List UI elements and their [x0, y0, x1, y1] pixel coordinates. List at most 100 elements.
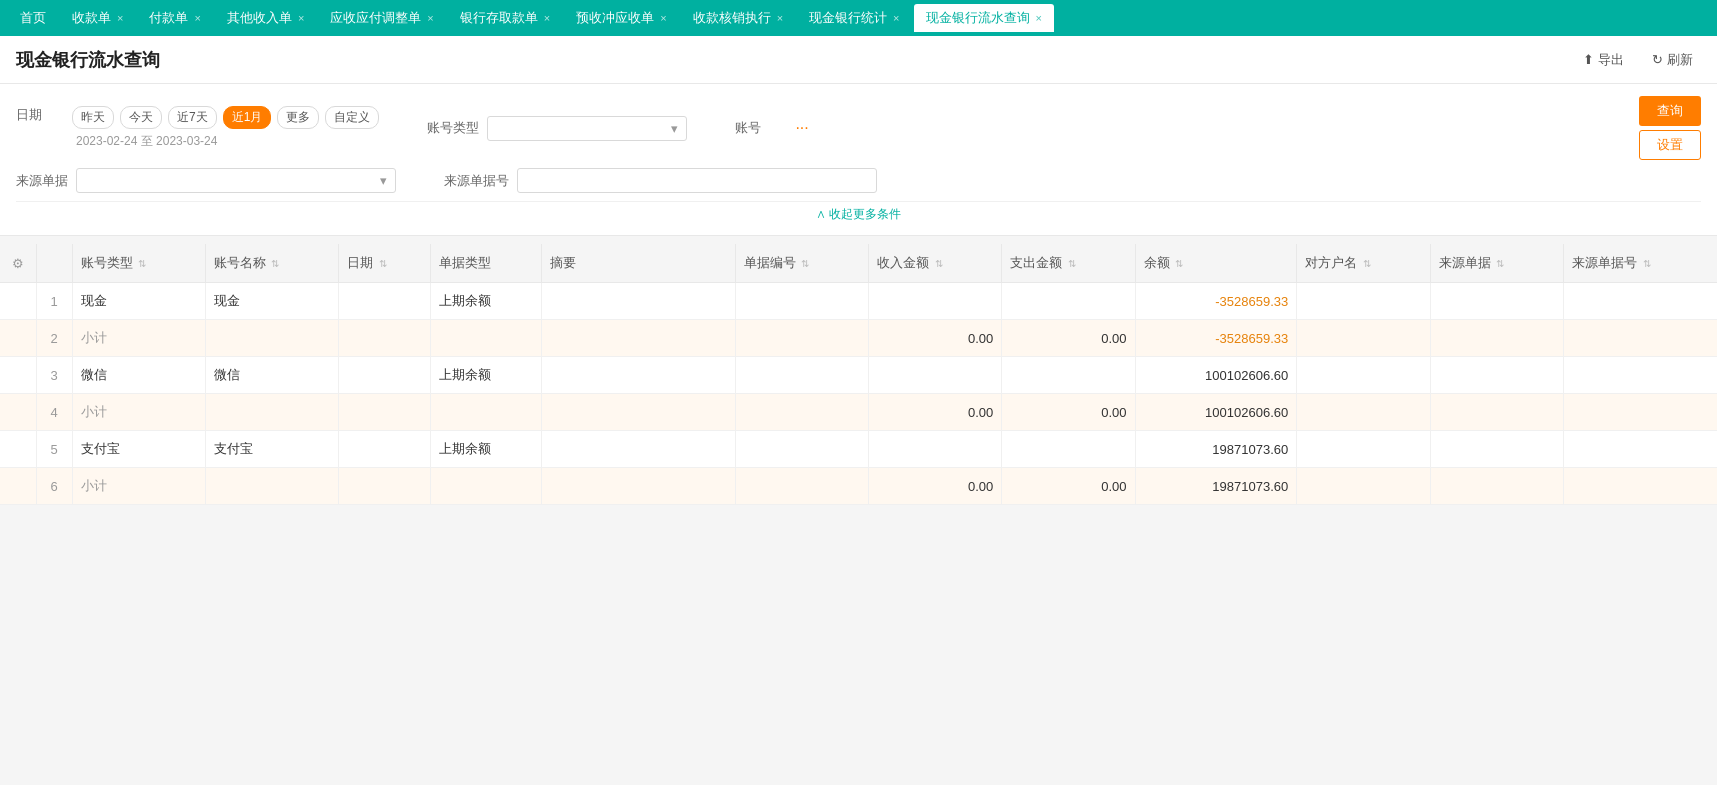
td-settings — [0, 283, 36, 320]
td-source-doc-no — [1563, 468, 1717, 505]
td-summary — [541, 431, 735, 468]
th-account-name[interactable]: 账号名称 ⇅ — [205, 244, 338, 283]
date-btn-more[interactable]: 更多 — [277, 106, 319, 129]
th-counterpart[interactable]: 对方户名 ⇅ — [1297, 244, 1430, 283]
nav-tab-4[interactable]: 银行存取款单 × — [448, 4, 562, 32]
td-expense — [1002, 431, 1135, 468]
nav-tab-1[interactable]: 付款单 × — [137, 4, 212, 32]
nav-tab-8[interactable]: 现金银行流水查询 × — [914, 4, 1054, 32]
account-label: 账号 — [735, 119, 783, 137]
td-date — [339, 283, 430, 320]
td-account-name: 支付宝 — [205, 431, 338, 468]
table-row: 3 微信 微信 上期余额 100102606.60 — [0, 357, 1717, 394]
source-doc-select[interactable]: ▾ — [76, 168, 396, 193]
td-doc-no — [735, 468, 868, 505]
table-row: 6 小计 0.00 0.00 19871073.60 — [0, 468, 1717, 505]
table-row: 2 小计 0.00 0.00 -3528659.33 — [0, 320, 1717, 357]
query-button[interactable]: 查询 — [1639, 96, 1701, 126]
td-income — [868, 283, 1001, 320]
close-tab-5-icon[interactable]: × — [660, 12, 666, 24]
gear-icon[interactable]: ⚙ — [12, 256, 24, 271]
td-balance: 19871073.60 — [1135, 431, 1297, 468]
settings-button[interactable]: 设置 — [1639, 130, 1701, 160]
td-balance: 19871073.60 — [1135, 468, 1297, 505]
td-doc-no — [735, 320, 868, 357]
date-btn-custom[interactable]: 自定义 — [325, 106, 379, 129]
th-expense[interactable]: 支出金额 ⇅ — [1002, 244, 1135, 283]
td-summary — [541, 468, 735, 505]
nav-tab-2[interactable]: 其他收入单 × — [215, 4, 316, 32]
nav-tab-0[interactable]: 收款单 × — [60, 4, 135, 32]
td-account-name — [205, 320, 338, 357]
td-index: 1 — [36, 283, 72, 320]
refresh-icon: ↻ — [1652, 52, 1663, 67]
td-doc-no — [735, 394, 868, 431]
close-tab-4-icon[interactable]: × — [544, 12, 550, 24]
source-doc-num-input[interactable] — [517, 168, 877, 193]
export-button[interactable]: ⬆ 导出 — [1575, 47, 1632, 73]
nav-tab-5[interactable]: 预收冲应收单 × — [564, 4, 678, 32]
close-tab-7-icon[interactable]: × — [893, 12, 899, 24]
date-btn-7days[interactable]: 近7天 — [168, 106, 217, 129]
td-doc-no — [735, 357, 868, 394]
td-account-type: 支付宝 — [72, 431, 205, 468]
th-source-doc[interactable]: 来源单据 ⇅ — [1430, 244, 1563, 283]
td-expense — [1002, 357, 1135, 394]
nav-home[interactable]: 首页 — [8, 5, 58, 31]
close-tab-3-icon[interactable]: × — [427, 12, 433, 24]
th-date[interactable]: 日期 ⇅ — [339, 244, 430, 283]
td-expense — [1002, 283, 1135, 320]
table-header-row: ⚙ 账号类型 ⇅ 账号名称 ⇅ 日期 ⇅ 单据类型 摘要 单据编号 ⇅ 收入金额… — [0, 244, 1717, 283]
date-btn-1month[interactable]: 近1月 — [223, 106, 272, 129]
td-account-name — [205, 394, 338, 431]
th-settings[interactable]: ⚙ — [0, 244, 36, 283]
nav-tab-7[interactable]: 现金银行统计 × — [797, 4, 911, 32]
table-body: 1 现金 现金 上期余额 -3528659.33 2 小计 0.00 0.00 … — [0, 283, 1717, 505]
td-source-doc — [1430, 468, 1563, 505]
date-range-display: 2023-02-24 至 2023-03-24 — [76, 133, 379, 150]
close-tab-8-icon[interactable]: × — [1036, 12, 1042, 24]
page-header: 现金银行流水查询 ⬆ 导出 ↻ 刷新 — [0, 36, 1717, 84]
td-index: 4 — [36, 394, 72, 431]
nav-tab-3[interactable]: 应收应付调整单 × — [318, 4, 445, 32]
td-source-doc-no — [1563, 283, 1717, 320]
td-settings — [0, 394, 36, 431]
td-doc-no — [735, 283, 868, 320]
td-account-type: 现金 — [72, 283, 205, 320]
th-income[interactable]: 收入金额 ⇅ — [868, 244, 1001, 283]
td-summary — [541, 283, 735, 320]
td-date — [339, 357, 430, 394]
td-expense: 0.00 — [1002, 394, 1135, 431]
date-options: 昨天 今天 近7天 近1月 更多 自定义 — [72, 106, 379, 129]
td-account-type: 微信 — [72, 357, 205, 394]
collapse-conditions-btn[interactable]: ∧ 收起更多条件 — [16, 201, 1701, 227]
close-tab-6-icon[interactable]: × — [777, 12, 783, 24]
table-row: 5 支付宝 支付宝 上期余额 19871073.60 — [0, 431, 1717, 468]
nav-tab-6[interactable]: 收款核销执行 × — [681, 4, 795, 32]
close-tab-1-icon[interactable]: × — [194, 12, 200, 24]
th-account-type[interactable]: 账号类型 ⇅ — [72, 244, 205, 283]
filter-row-1: 日期 昨天 今天 近7天 近1月 更多 自定义 2023-02-24 至 202… — [16, 96, 1701, 160]
date-btn-yesterday[interactable]: 昨天 — [72, 106, 114, 129]
td-index: 5 — [36, 431, 72, 468]
td-doc-type: 上期余额 — [430, 283, 541, 320]
th-balance[interactable]: 余额 ⇅ — [1135, 244, 1297, 283]
td-doc-type — [430, 320, 541, 357]
filter-row-2: 来源单据 ▾ 来源单据号 — [16, 168, 1701, 193]
account-more-btn[interactable]: ··· — [791, 115, 812, 141]
td-account-type: 小计 — [72, 394, 205, 431]
date-btn-today[interactable]: 今天 — [120, 106, 162, 129]
close-tab-0-icon[interactable]: × — [117, 12, 123, 24]
td-source-doc-no — [1563, 357, 1717, 394]
right-filter-btns: 查询 设置 — [1639, 96, 1701, 160]
account-type-select[interactable]: ▾ — [487, 116, 687, 141]
top-nav: 首页 收款单 × 付款单 × 其他收入单 × 应收应付调整单 × 银行存取款单 … — [0, 0, 1717, 36]
refresh-button[interactable]: ↻ 刷新 — [1644, 47, 1701, 73]
th-doc-no[interactable]: 单据编号 ⇅ — [735, 244, 868, 283]
th-source-doc-no[interactable]: 来源单据号 ⇅ — [1563, 244, 1717, 283]
td-income — [868, 431, 1001, 468]
td-income: 0.00 — [868, 468, 1001, 505]
td-summary — [541, 357, 735, 394]
td-index: 3 — [36, 357, 72, 394]
close-tab-2-icon[interactable]: × — [298, 12, 304, 24]
